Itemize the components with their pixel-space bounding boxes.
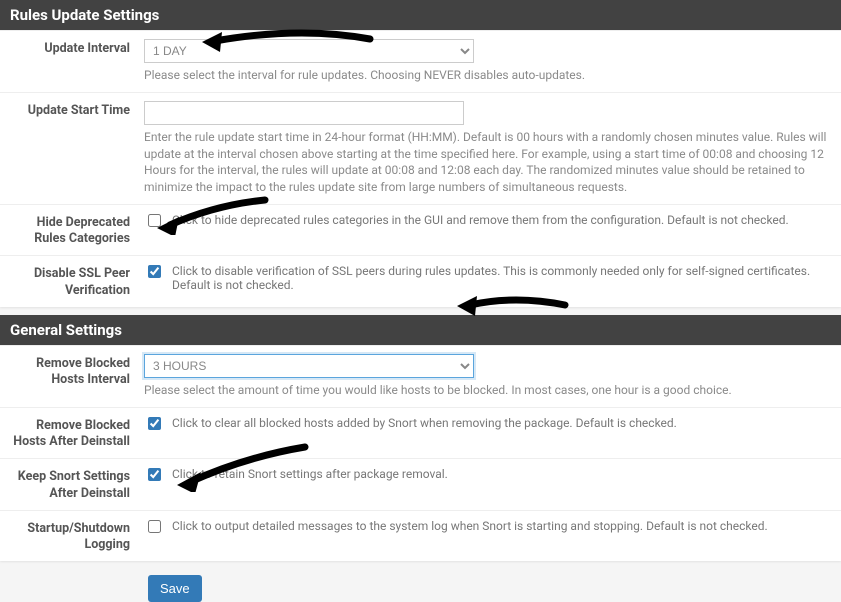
keep-settings-row: Keep Snort Settings After Deinstall Clic… xyxy=(0,458,841,510)
hide-deprecated-checkbox[interactable] xyxy=(148,214,161,227)
update-interval-select[interactable]: 1 DAY xyxy=(144,39,474,63)
rules-update-settings-panel: Rules Update Settings Update Interval 1 … xyxy=(0,0,841,307)
startup-logging-label: Startup/Shutdown Logging xyxy=(0,519,140,554)
disable-ssl-label: Disable SSL Peer Verification xyxy=(0,264,140,299)
remove-blocked-interval-label: Remove Blocked Hosts Interval xyxy=(0,354,140,399)
remove-blocked-after-deinstall-text: Click to clear all blocked hosts added b… xyxy=(172,416,677,430)
hide-deprecated-label: Hide Deprecated Rules Categories xyxy=(0,213,140,248)
update-interval-row: Update Interval 1 DAY Please select the … xyxy=(0,30,841,92)
remove-blocked-interval-row: Remove Blocked Hosts Interval 3 HOURS Pl… xyxy=(0,345,841,407)
general-settings-panel: General Settings Remove Blocked Hosts In… xyxy=(0,315,841,561)
hide-deprecated-text: Click to hide deprecated rules categorie… xyxy=(172,213,789,227)
update-interval-label: Update Interval xyxy=(0,39,140,84)
save-button[interactable]: Save xyxy=(148,575,202,602)
keep-settings-text: Click to retain Snort settings after pac… xyxy=(172,467,448,481)
remove-blocked-interval-help: Please select the amount of time you wou… xyxy=(144,382,829,399)
remove-blocked-after-deinstall-row: Remove Blocked Hosts After Deinstall Cli… xyxy=(0,407,841,459)
remove-blocked-after-deinstall-checkbox[interactable] xyxy=(148,417,161,430)
startup-logging-checkbox[interactable] xyxy=(148,520,161,533)
update-start-time-row: Update Start Time Enter the rule update … xyxy=(0,92,841,204)
startup-logging-row: Startup/Shutdown Logging Click to output… xyxy=(0,510,841,562)
remove-blocked-interval-select[interactable]: 3 HOURS xyxy=(144,354,474,378)
update-interval-help: Please select the interval for rule upda… xyxy=(144,67,829,84)
rules-update-settings-header: Rules Update Settings xyxy=(0,0,841,30)
general-settings-header: General Settings xyxy=(0,315,841,345)
update-start-time-help: Enter the rule update start time in 24-h… xyxy=(144,129,829,196)
disable-ssl-row: Disable SSL Peer Verification Click to d… xyxy=(0,255,841,307)
keep-settings-label: Keep Snort Settings After Deinstall xyxy=(0,467,140,502)
remove-blocked-after-deinstall-label: Remove Blocked Hosts After Deinstall xyxy=(0,416,140,451)
disable-ssl-text: Click to disable verification of SSL pee… xyxy=(172,264,829,292)
hide-deprecated-row: Hide Deprecated Rules Categories Click t… xyxy=(0,204,841,256)
update-start-time-label: Update Start Time xyxy=(0,101,140,196)
disable-ssl-checkbox[interactable] xyxy=(148,265,161,278)
keep-settings-checkbox[interactable] xyxy=(148,468,161,481)
update-start-time-input[interactable] xyxy=(144,101,464,125)
startup-logging-text: Click to output detailed messages to the… xyxy=(172,519,768,533)
